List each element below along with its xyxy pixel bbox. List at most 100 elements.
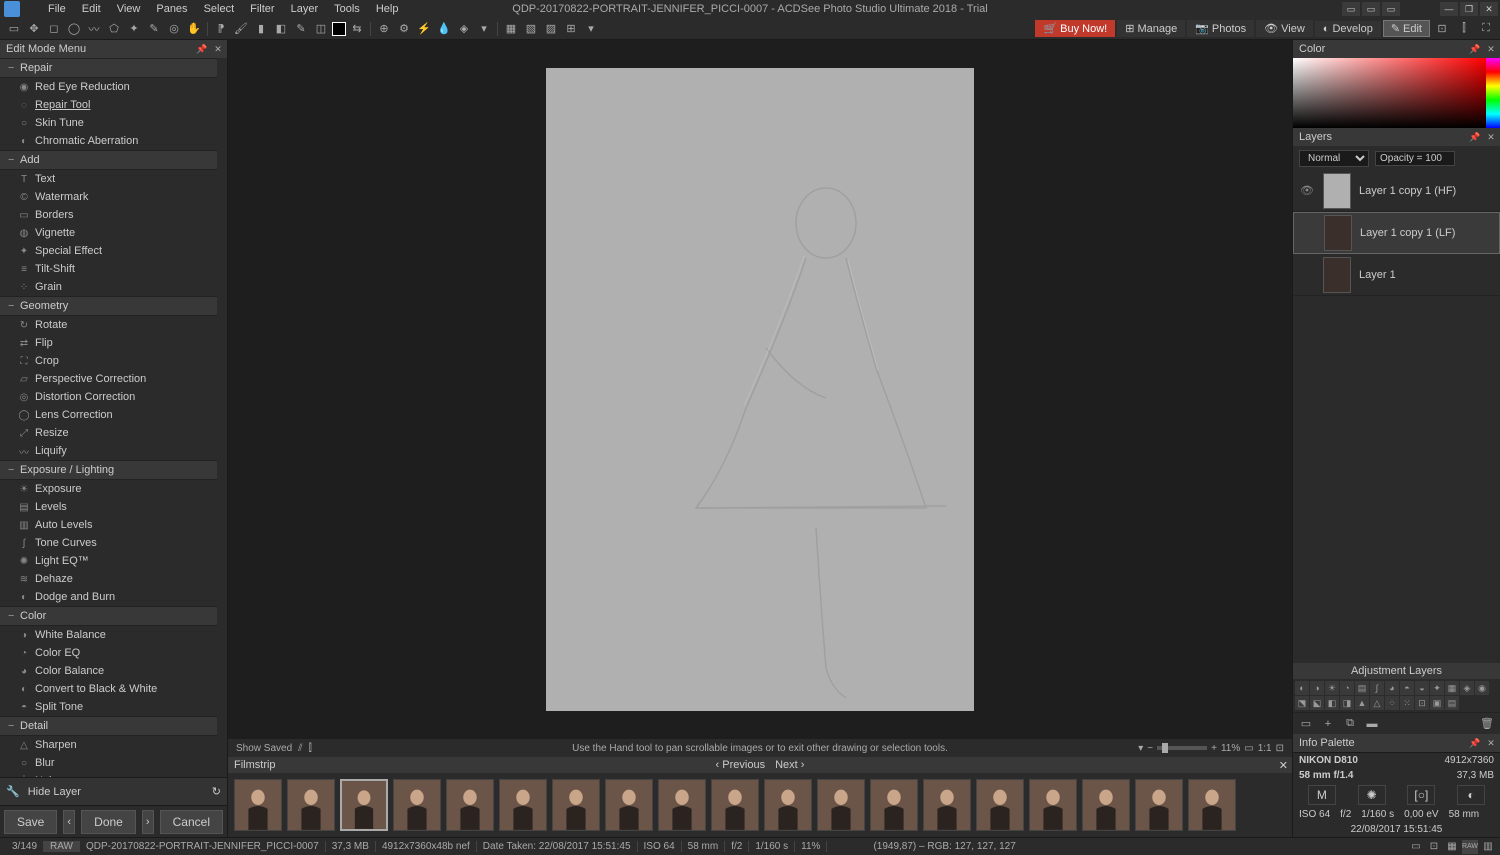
- tool-item[interactable]: ☀Exposure: [0, 480, 217, 498]
- adj-icon[interactable]: ⁘: [1385, 696, 1399, 710]
- color-pin-icon[interactable]: 📌: [1468, 42, 1482, 56]
- filmstrip-thumb[interactable]: [552, 779, 600, 831]
- minimize-button[interactable]: —: [1440, 2, 1458, 16]
- filmstrip-thumb[interactable]: [1029, 779, 1077, 831]
- adj-icon[interactable]: ◐: [1295, 681, 1309, 695]
- fit-icon[interactable]: ▭: [1244, 743, 1253, 754]
- tool-item[interactable]: ◑White Balance: [0, 626, 217, 644]
- menu-help[interactable]: Help: [368, 3, 407, 15]
- add-layer-icon[interactable]: +: [1319, 716, 1337, 732]
- layer-row[interactable]: Layer 1 copy 1 (LF): [1293, 212, 1500, 254]
- fill-icon[interactable]: ▮: [252, 20, 270, 38]
- sb-icon-2[interactable]: ⊡: [1426, 840, 1442, 854]
- image-canvas[interactable]: [546, 68, 974, 711]
- filmstrip-prev[interactable]: ‹ Previous: [716, 759, 766, 771]
- aux-window-btn-1[interactable]: ▭: [1342, 2, 1360, 16]
- brush-select-icon[interactable]: ✎: [145, 20, 163, 38]
- move-tool-icon[interactable]: ✥: [25, 20, 43, 38]
- color-picker[interactable]: [1293, 58, 1500, 128]
- adj-icon[interactable]: ☀: [1325, 681, 1339, 695]
- filmstrip-thumb[interactable]: [711, 779, 759, 831]
- menu-select[interactable]: Select: [196, 3, 243, 15]
- delete-layer-icon[interactable]: 🗑: [1478, 716, 1496, 732]
- tool-item[interactable]: ⇄Flip: [0, 334, 217, 352]
- adj-icon[interactable]: ⁙: [1400, 696, 1414, 710]
- tool-item[interactable]: 〰Liquify: [0, 442, 217, 460]
- tool-item[interactable]: ◐Chromatic Aberration: [0, 132, 217, 150]
- tool-item[interactable]: ▱Perspective Correction: [0, 370, 217, 388]
- adj-icon[interactable]: ▦: [1445, 681, 1459, 695]
- filmstrip-thumb[interactable]: [1188, 779, 1236, 831]
- settings-gear-icon[interactable]: ⚙: [395, 20, 413, 38]
- aux-window-btn-3[interactable]: ▭: [1382, 2, 1400, 16]
- adj-icon[interactable]: △: [1370, 696, 1384, 710]
- hue-slider[interactable]: [1486, 58, 1500, 128]
- tool-item[interactable]: ©Watermark: [0, 188, 217, 206]
- adj-icon[interactable]: ∫: [1370, 681, 1384, 695]
- hide-layer-toggle[interactable]: Hide Layer: [28, 786, 81, 798]
- pencil-icon[interactable]: ✎: [292, 20, 310, 38]
- lasso-icon[interactable]: 〰: [85, 20, 103, 38]
- layers-pin-icon[interactable]: 📌: [1468, 130, 1482, 144]
- filmstrip-thumb[interactable]: [1135, 779, 1183, 831]
- next-image-button[interactable]: ›: [142, 810, 154, 834]
- cancel-button[interactable]: Cancel: [160, 810, 223, 834]
- tool-item[interactable]: ▥Auto Levels: [0, 516, 217, 534]
- magic-wand-icon[interactable]: ✦: [125, 20, 143, 38]
- mode-manage[interactable]: ⊞ Manage: [1117, 20, 1185, 37]
- tool-item[interactable]: ◓Split Tone: [0, 698, 217, 716]
- layers-close-icon[interactable]: ✕: [1484, 130, 1498, 144]
- tool-item[interactable]: △Sharpen: [0, 736, 217, 754]
- histogram-small-icon[interactable]: ⫿: [309, 743, 312, 754]
- layer-row[interactable]: Layer 1: [1293, 254, 1500, 296]
- layers-list[interactable]: 👁Layer 1 copy 1 (HF)Layer 1 copy 1 (LF)L…: [1293, 170, 1500, 663]
- menu-panes[interactable]: Panes: [148, 3, 195, 15]
- tool-item[interactable]: ◌Repair Tool: [0, 96, 217, 114]
- bolt-icon[interactable]: ⚡: [415, 20, 433, 38]
- tool-item[interactable]: ⤢Resize: [0, 424, 217, 442]
- adj-icon[interactable]: ▲: [1355, 696, 1369, 710]
- color-field[interactable]: [1293, 58, 1486, 128]
- zoom-dropdown-icon[interactable]: ▾: [1138, 743, 1143, 754]
- filmstrip-thumb[interactable]: [658, 779, 706, 831]
- adj-icon[interactable]: ▣: [1430, 696, 1444, 710]
- eraser-icon[interactable]: ◫: [312, 20, 330, 38]
- gradient-icon[interactable]: ◧: [272, 20, 290, 38]
- tool-list[interactable]: Repair◉Red Eye Reduction◌Repair Tool○Ski…: [0, 58, 227, 777]
- target-icon[interactable]: ◎: [165, 20, 183, 38]
- adj-icon[interactable]: ⬕: [1310, 696, 1324, 710]
- polygon-lasso-icon[interactable]: ⬠: [105, 20, 123, 38]
- wrench-icon[interactable]: 🔧: [6, 785, 20, 798]
- adj-icon[interactable]: ⬔: [1295, 696, 1309, 710]
- fullscreen-icon[interactable]: ⛶: [1477, 20, 1495, 38]
- menu-filter[interactable]: Filter: [242, 3, 282, 15]
- new-layer-icon[interactable]: ▭: [1297, 716, 1315, 732]
- filmstrip-thumb[interactable]: [446, 779, 494, 831]
- adj-icon[interactable]: ◕: [1385, 681, 1399, 695]
- filmstrip-thumb[interactable]: [393, 779, 441, 831]
- adj-icon[interactable]: ◔: [1340, 681, 1354, 695]
- zoom-plus-icon[interactable]: +: [1211, 743, 1217, 754]
- sb-icon-raw[interactable]: RAW: [1462, 840, 1478, 854]
- aux-window-btn-2[interactable]: ▭: [1362, 2, 1380, 16]
- adj-icon[interactable]: ◓: [1400, 681, 1414, 695]
- info-pin-icon[interactable]: 📌: [1468, 736, 1482, 750]
- mode-edit[interactable]: ✎ Edit: [1383, 20, 1430, 37]
- canvas-area[interactable]: [228, 40, 1292, 739]
- duplicate-layer-icon[interactable]: ⧉: [1341, 716, 1359, 732]
- drop-icon[interactable]: 💧: [435, 20, 453, 38]
- marquee-ellipse-icon[interactable]: ◯: [65, 20, 83, 38]
- compare-icon[interactable]: ⫽: [298, 743, 302, 754]
- tool-item[interactable]: ⁘Grain: [0, 278, 217, 296]
- done-button[interactable]: Done: [81, 810, 136, 834]
- save-button[interactable]: Save: [4, 810, 57, 834]
- filmstrip-close-icon[interactable]: ✕: [1279, 759, 1288, 772]
- close-button[interactable]: ✕: [1480, 2, 1498, 16]
- zoom-in-icon[interactable]: ⊕: [375, 20, 393, 38]
- filmstrip-thumb[interactable]: [340, 779, 388, 831]
- group-header[interactable]: Color: [0, 606, 217, 626]
- tool-item[interactable]: TText: [0, 170, 217, 188]
- filmstrip-thumb[interactable]: [1082, 779, 1130, 831]
- filmstrip-thumb[interactable]: [234, 779, 282, 831]
- sb-icon-1[interactable]: ▭: [1408, 840, 1424, 854]
